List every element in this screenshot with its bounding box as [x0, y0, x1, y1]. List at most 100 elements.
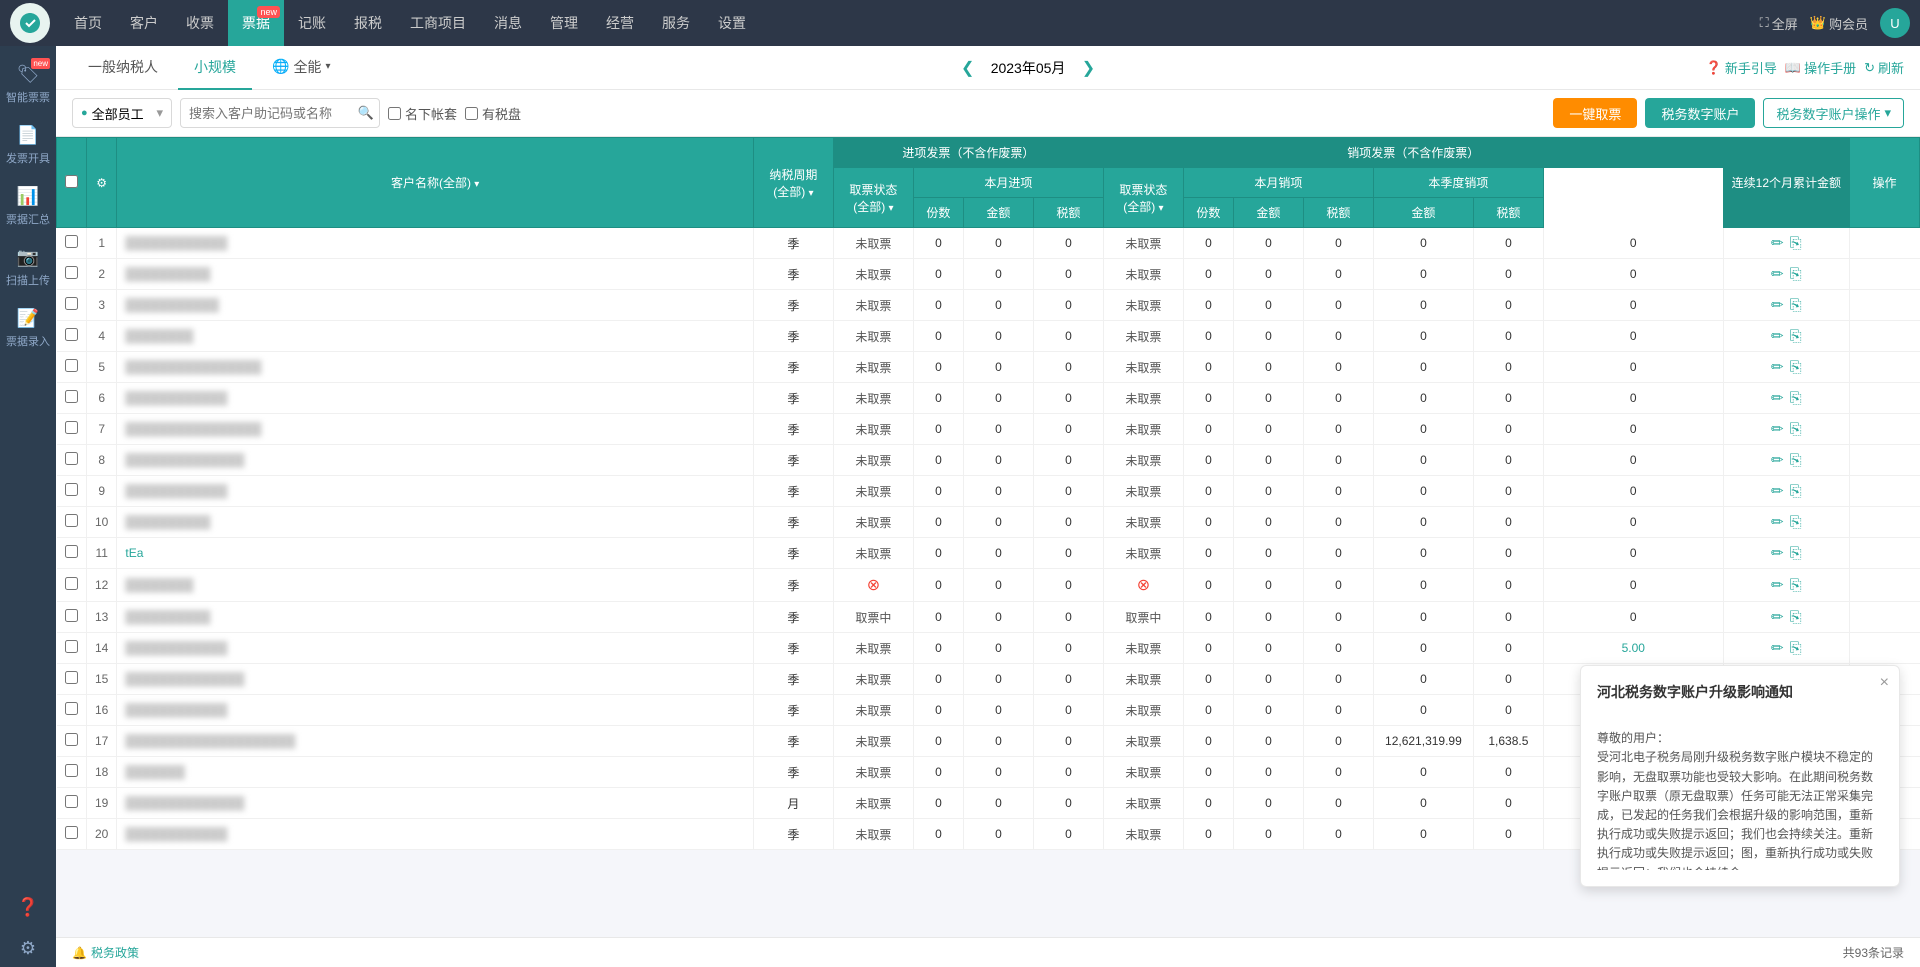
notification-close-btn[interactable]: ×	[1880, 674, 1889, 692]
row-checkbox[interactable]	[65, 297, 78, 310]
search-input[interactable]	[180, 98, 380, 128]
copy-icon[interactable]: ⎘	[1790, 235, 1802, 252]
row-checkbox[interactable]	[65, 764, 78, 777]
tax-policy-link[interactable]: 税务政策	[91, 944, 139, 961]
copy-icon[interactable]: ⎘	[1790, 483, 1802, 500]
nav-item-home[interactable]: 首页	[60, 0, 116, 46]
tax-period-cell: 季	[753, 538, 833, 569]
edit-icon[interactable]: ✏	[1771, 358, 1784, 376]
edit-icon[interactable]: ✏	[1771, 420, 1784, 438]
copy-icon[interactable]: ⎘	[1790, 359, 1802, 376]
tab-small-scale[interactable]: 小规模	[178, 46, 252, 90]
row-checkbox[interactable]	[65, 390, 78, 403]
out-shares-cell: 0	[1183, 633, 1233, 664]
row-checkbox[interactable]	[65, 514, 78, 527]
row-checkbox[interactable]	[65, 795, 78, 808]
nav-item-customer[interactable]: 客户	[116, 0, 172, 46]
copy-icon[interactable]: ⎘	[1790, 266, 1802, 283]
copy-icon[interactable]: ⎘	[1790, 452, 1802, 469]
out-shares-cell: 0	[1183, 757, 1233, 788]
tax-digital-account-ops-btn[interactable]: 税务数字账户操作 ▾	[1763, 98, 1904, 128]
tax-digital-account-btn[interactable]: 税务数字账户	[1645, 98, 1755, 128]
row-checkbox[interactable]	[65, 359, 78, 372]
checkbox-under-account-input[interactable]	[388, 107, 401, 120]
copy-icon[interactable]: ⎘	[1790, 545, 1802, 562]
vip-btn[interactable]: 👑 购会员	[1810, 14, 1868, 33]
nav-item-ticket[interactable]: 票据 new	[228, 0, 284, 46]
nav-item-service[interactable]: 服务	[648, 0, 704, 46]
nav-item-message[interactable]: 消息	[480, 0, 536, 46]
edit-icon[interactable]: ✏	[1771, 327, 1784, 345]
edit-icon[interactable]: ✏	[1771, 544, 1784, 562]
copy-icon[interactable]: ⎘	[1790, 297, 1802, 314]
copy-icon[interactable]: ⎘	[1790, 328, 1802, 345]
fullscreen-btn[interactable]: ⛶ 全屏	[1760, 14, 1798, 33]
copy-icon[interactable]: ⎘	[1790, 640, 1802, 657]
in-shares-cell: 0	[913, 228, 963, 259]
row-checkbox[interactable]	[65, 328, 78, 341]
row-checkbox[interactable]	[65, 671, 78, 684]
edit-icon[interactable]: ✏	[1771, 608, 1784, 626]
row-checkbox[interactable]	[65, 577, 78, 590]
one-click-ticket-btn[interactable]: 一键取票	[1553, 98, 1637, 128]
row-checkbox[interactable]	[65, 733, 78, 746]
refresh-btn[interactable]: ↻ 刷新	[1864, 58, 1904, 77]
nav-item-operate[interactable]: 经营	[592, 0, 648, 46]
tab-general-taxpayer[interactable]: 一般纳税人	[72, 46, 174, 90]
sidebar-item-summary[interactable]: 📊 票据汇总	[2, 178, 54, 235]
copy-icon[interactable]: ⎘	[1790, 421, 1802, 438]
checkbox-has-tax-disk[interactable]: 有税盘	[465, 104, 521, 123]
sidebar-item-settings-bottom[interactable]: ⚙	[2, 930, 54, 967]
copy-icon[interactable]: ⎘	[1790, 514, 1802, 531]
row-checkbox[interactable]	[65, 545, 78, 558]
nav-item-manage[interactable]: 管理	[536, 0, 592, 46]
bottom-bar: 🔔 税务政策 共93条记录	[56, 937, 1920, 967]
sidebar-item-invoice[interactable]: 📄 发票开具	[2, 117, 54, 174]
row-checkbox[interactable]	[65, 266, 78, 279]
nav-item-tax[interactable]: 报税	[340, 0, 396, 46]
new-guide-btn[interactable]: ❓ 新手引导	[1706, 58, 1777, 77]
row-checkbox[interactable]	[65, 452, 78, 465]
edit-icon[interactable]: ✏	[1771, 296, 1784, 314]
edit-icon[interactable]: ✏	[1771, 234, 1784, 252]
nav-item-settings[interactable]: 设置	[704, 0, 760, 46]
period-next-btn[interactable]: ❯	[1077, 57, 1099, 79]
copy-icon[interactable]: ⎘	[1790, 577, 1802, 594]
nav-item-business[interactable]: 工商项目	[396, 0, 480, 46]
checkbox-under-account[interactable]: 名下帐套	[388, 104, 457, 123]
sidebar-item-entry[interactable]: 📝 票据录入	[2, 300, 54, 357]
edit-icon[interactable]: ✏	[1771, 389, 1784, 407]
row-checkbox[interactable]	[65, 235, 78, 248]
sidebar-item-scan[interactable]: 📷 扫描上传	[2, 239, 54, 296]
tab-all[interactable]: 🌐 全能 ▾	[256, 46, 346, 90]
row-checkbox[interactable]	[65, 640, 78, 653]
period-prev-btn[interactable]: ❮	[957, 57, 979, 79]
edit-icon[interactable]: ✏	[1771, 265, 1784, 283]
row-checkbox[interactable]	[65, 702, 78, 715]
nav-item-accounting[interactable]: 记账	[284, 0, 340, 46]
edit-icon[interactable]: ✏	[1771, 639, 1784, 657]
status-tag: 未取票	[855, 735, 891, 749]
manual-btn[interactable]: 📖 操作手册	[1785, 58, 1856, 77]
edit-icon[interactable]: ✏	[1771, 576, 1784, 594]
row-checkbox[interactable]	[65, 826, 78, 839]
employee-select[interactable]: ● 全部员工 ▾	[72, 98, 172, 128]
search-button[interactable]: 🔍	[358, 105, 374, 121]
select-all-checkbox[interactable]	[65, 175, 78, 188]
table-row: 4 ████████ 季 未取票 0 0 0 未取票 0 0 0 0 0 0 ✏…	[57, 321, 1920, 352]
sidebar-item-help[interactable]: ❓	[2, 889, 54, 926]
copy-icon[interactable]: ⎘	[1790, 609, 1802, 626]
edit-icon[interactable]: ✏	[1771, 482, 1784, 500]
row-checkbox[interactable]	[65, 609, 78, 622]
edit-icon[interactable]: ✏	[1771, 451, 1784, 469]
user-avatar[interactable]: U	[1880, 8, 1910, 38]
copy-icon[interactable]: ⎘	[1790, 390, 1802, 407]
client-name-cell: ██████████████	[117, 664, 754, 695]
in-status-cell: 未取票	[833, 383, 913, 414]
checkbox-has-tax-disk-input[interactable]	[465, 107, 478, 120]
row-checkbox[interactable]	[65, 483, 78, 496]
edit-icon[interactable]: ✏	[1771, 513, 1784, 531]
row-checkbox[interactable]	[65, 421, 78, 434]
sidebar-item-smart-ticket[interactable]: 🏷 智能票票 new	[2, 56, 54, 113]
nav-item-receive[interactable]: 收票	[172, 0, 228, 46]
